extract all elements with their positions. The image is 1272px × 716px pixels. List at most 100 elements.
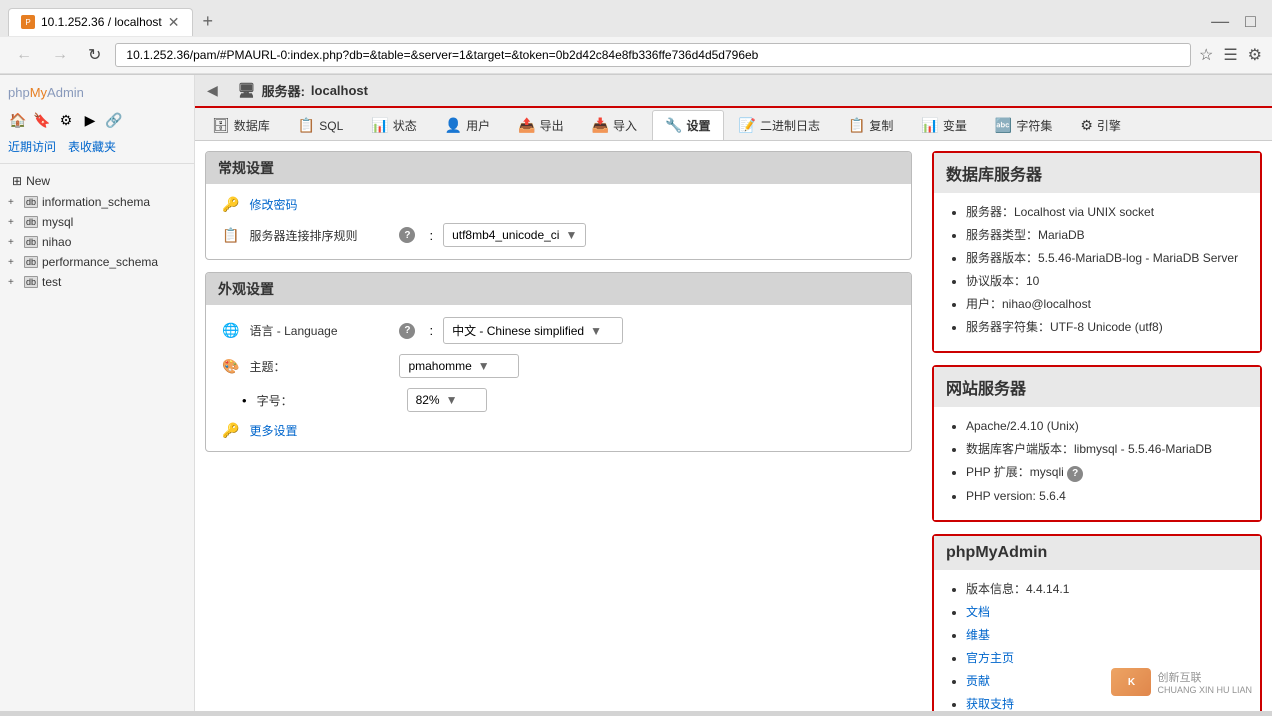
web-server-header: 网站服务器 — [934, 367, 1260, 407]
nav-icons: ☆ ☰ ⚙ — [1199, 45, 1262, 65]
tab-export[interactable]: 📤导出 — [505, 110, 576, 140]
pma-item[interactable]: 官方主页 — [966, 649, 1248, 667]
db-server-item: 服务器版本：5.5.46-MariaDB-log - MariaDB Serve… — [966, 249, 1248, 267]
pma-item[interactable]: 获取支持 — [966, 695, 1248, 712]
menu-icon[interactable]: ☰ — [1223, 45, 1237, 65]
tab-close-button[interactable]: ✕ — [168, 14, 180, 31]
engines-tab-label: 引擎 — [1097, 117, 1121, 134]
expand-icon: + — [8, 237, 20, 248]
tab-sql[interactable]: 📋SQL — [285, 110, 356, 140]
db-tab-label: 数据库 — [234, 117, 270, 134]
database-item[interactable]: +dbinformation_schema — [4, 192, 190, 212]
favorites-link[interactable]: 表收藏夹 — [68, 138, 116, 155]
replicate-tab-label: 复制 — [869, 117, 893, 134]
db-icon: db — [24, 216, 38, 228]
logo-admin: Admin — [47, 85, 84, 100]
sidebar-links: 近期访问 表收藏夹 — [0, 134, 194, 164]
language-help-icon[interactable]: ? — [399, 323, 415, 339]
navigation-bar: ← → ↻ ☆ ☰ ⚙ — [0, 37, 1272, 74]
users-tab-icon: 👤 — [445, 117, 462, 134]
database-item[interactable]: +dbperformance_schema — [4, 252, 190, 272]
web-server-item: Apache/2.4.10 (Unix) — [966, 417, 1248, 435]
browser-chrome: P 10.1.252.36 / localhost ✕ + — □ ← → ↻ … — [0, 0, 1272, 75]
pma-link[interactable]: 文档 — [966, 605, 990, 619]
collation-select[interactable]: utf8mb4_unicode_ci ▼ — [443, 223, 586, 247]
tab-charset[interactable]: 🔤字符集 — [982, 110, 1065, 140]
server-label: 服务器: — [262, 81, 305, 100]
collation-help-icon[interactable]: ? — [399, 227, 415, 243]
link-icon[interactable]: 🔗 — [104, 110, 124, 130]
font-select[interactable]: 82% ▼ — [407, 388, 487, 412]
general-settings-body: 🔑 修改密码 📋 服务器连接排序规则 ? : utf8mb4_unicode_c… — [206, 184, 911, 259]
db-name: nihao — [42, 235, 71, 249]
new-tab-button[interactable]: + — [193, 6, 224, 37]
pma-link[interactable]: 官方主页 — [966, 651, 1014, 665]
address-bar[interactable] — [115, 43, 1191, 67]
minimize-button[interactable]: — — [1203, 7, 1237, 36]
change-password-link[interactable]: 修改密码 — [249, 196, 297, 213]
forward-button[interactable]: → — [46, 43, 74, 67]
tab-title: 10.1.252.36 / localhost — [41, 15, 162, 29]
database-item[interactable]: +dbmysql — [4, 212, 190, 232]
server-title: 🖥 服务器: localhost — [226, 75, 380, 106]
pma-link[interactable]: 维基 — [966, 628, 990, 642]
sidebar-toggle-button[interactable]: ◀ — [199, 78, 226, 103]
tab-favicon: P — [21, 15, 35, 29]
settings-tab-label: 设置 — [687, 117, 711, 134]
more-settings-link[interactable]: 更多设置 — [249, 422, 297, 439]
database-item[interactable]: +dbtest — [4, 272, 190, 292]
tab-users[interactable]: 👤用户 — [432, 110, 503, 140]
bookmark-icon[interactable]: ☆ — [1199, 45, 1213, 65]
extensions-icon[interactable]: ⚙ — [1248, 45, 1262, 65]
font-row: • 字号： 82% ▼ — [222, 388, 895, 412]
db-server-info-box: 数据库服务器 服务器：Localhost via UNIX socket服务器类… — [932, 151, 1262, 353]
tab-variables[interactable]: 📊变量 — [908, 110, 979, 140]
db-server-header: 数据库服务器 — [934, 153, 1260, 193]
tab-status[interactable]: 📊状态 — [358, 110, 429, 140]
db-server-item: 服务器：Localhost via UNIX socket — [966, 203, 1248, 221]
recent-link[interactable]: 近期访问 — [8, 138, 56, 155]
tab-engines[interactable]: ⚙引擎 — [1067, 110, 1134, 140]
language-select[interactable]: 中文 - Chinese simplified ▼ — [443, 317, 623, 344]
appearance-settings-body: 🌐 语言 - Language ? : 中文 - Chinese simplif… — [206, 305, 911, 451]
theme-select[interactable]: pmahomme ▼ — [399, 354, 519, 378]
pma-item[interactable]: 维基 — [966, 626, 1248, 644]
tab-db[interactable]: 🗄数据库 — [199, 110, 283, 140]
pma-link[interactable]: 获取支持 — [966, 697, 1014, 711]
pma-item[interactable]: 文档 — [966, 603, 1248, 621]
tab-bar: P 10.1.252.36 / localhost ✕ + — □ — [0, 0, 1272, 37]
tab-binary_log[interactable]: 📝二进制日志 — [726, 110, 833, 140]
refresh-button[interactable]: ↻ — [82, 42, 107, 68]
watermark: K 创新互联 CHUANG XIN HU LIAN — [1111, 668, 1252, 696]
maximize-button[interactable]: □ — [1237, 7, 1264, 36]
settings-icon[interactable]: ⚙ — [56, 110, 76, 130]
variables-tab-icon: 📊 — [921, 117, 938, 134]
home-icon[interactable]: 🏠 — [8, 110, 28, 130]
web-server-item: PHP version: 5.6.4 — [966, 487, 1248, 505]
db-name: performance_schema — [42, 255, 158, 269]
php-help-icon[interactable]: ? — [1067, 466, 1083, 482]
database-item[interactable]: +dbnihao — [4, 232, 190, 252]
pma-link[interactable]: 贡献 — [966, 674, 990, 688]
collation-row: 📋 服务器连接排序规则 ? : utf8mb4_unicode_ci ▼ — [222, 223, 895, 247]
appearance-settings-header: 外观设置 — [206, 273, 911, 305]
general-settings-header: 常规设置 — [206, 152, 911, 184]
settings-tab-icon: 🔧 — [665, 117, 682, 134]
db-tab-icon: 🗄 — [212, 117, 230, 134]
back-button[interactable]: ← — [10, 43, 38, 67]
browser-tab[interactable]: P 10.1.252.36 / localhost ✕ — [8, 8, 193, 36]
tab-replicate[interactable]: 📋复制 — [835, 110, 906, 140]
sql-tab-icon: 📋 — [298, 117, 315, 134]
tab-import[interactable]: 📥导入 — [579, 110, 650, 140]
export-tab-label: 导出 — [540, 117, 564, 134]
favorites-icon[interactable]: 🔖 — [32, 110, 52, 130]
status-tab-label: 状态 — [393, 117, 417, 134]
theme-value: pmahomme — [408, 359, 471, 373]
new-database-button[interactable]: ⊞ New — [4, 170, 190, 192]
console-icon[interactable]: ▶ — [80, 110, 100, 130]
engines-tab-icon: ⚙ — [1080, 117, 1093, 134]
language-row: 🌐 语言 - Language ? : 中文 - Chinese simplif… — [222, 317, 895, 344]
tab-settings[interactable]: 🔧 设置 — [652, 110, 723, 140]
pma-item: 版本信息：4.4.14.1 — [966, 580, 1248, 598]
database-list: +dbinformation_schema+dbmysql+dbnihao+db… — [4, 192, 190, 292]
